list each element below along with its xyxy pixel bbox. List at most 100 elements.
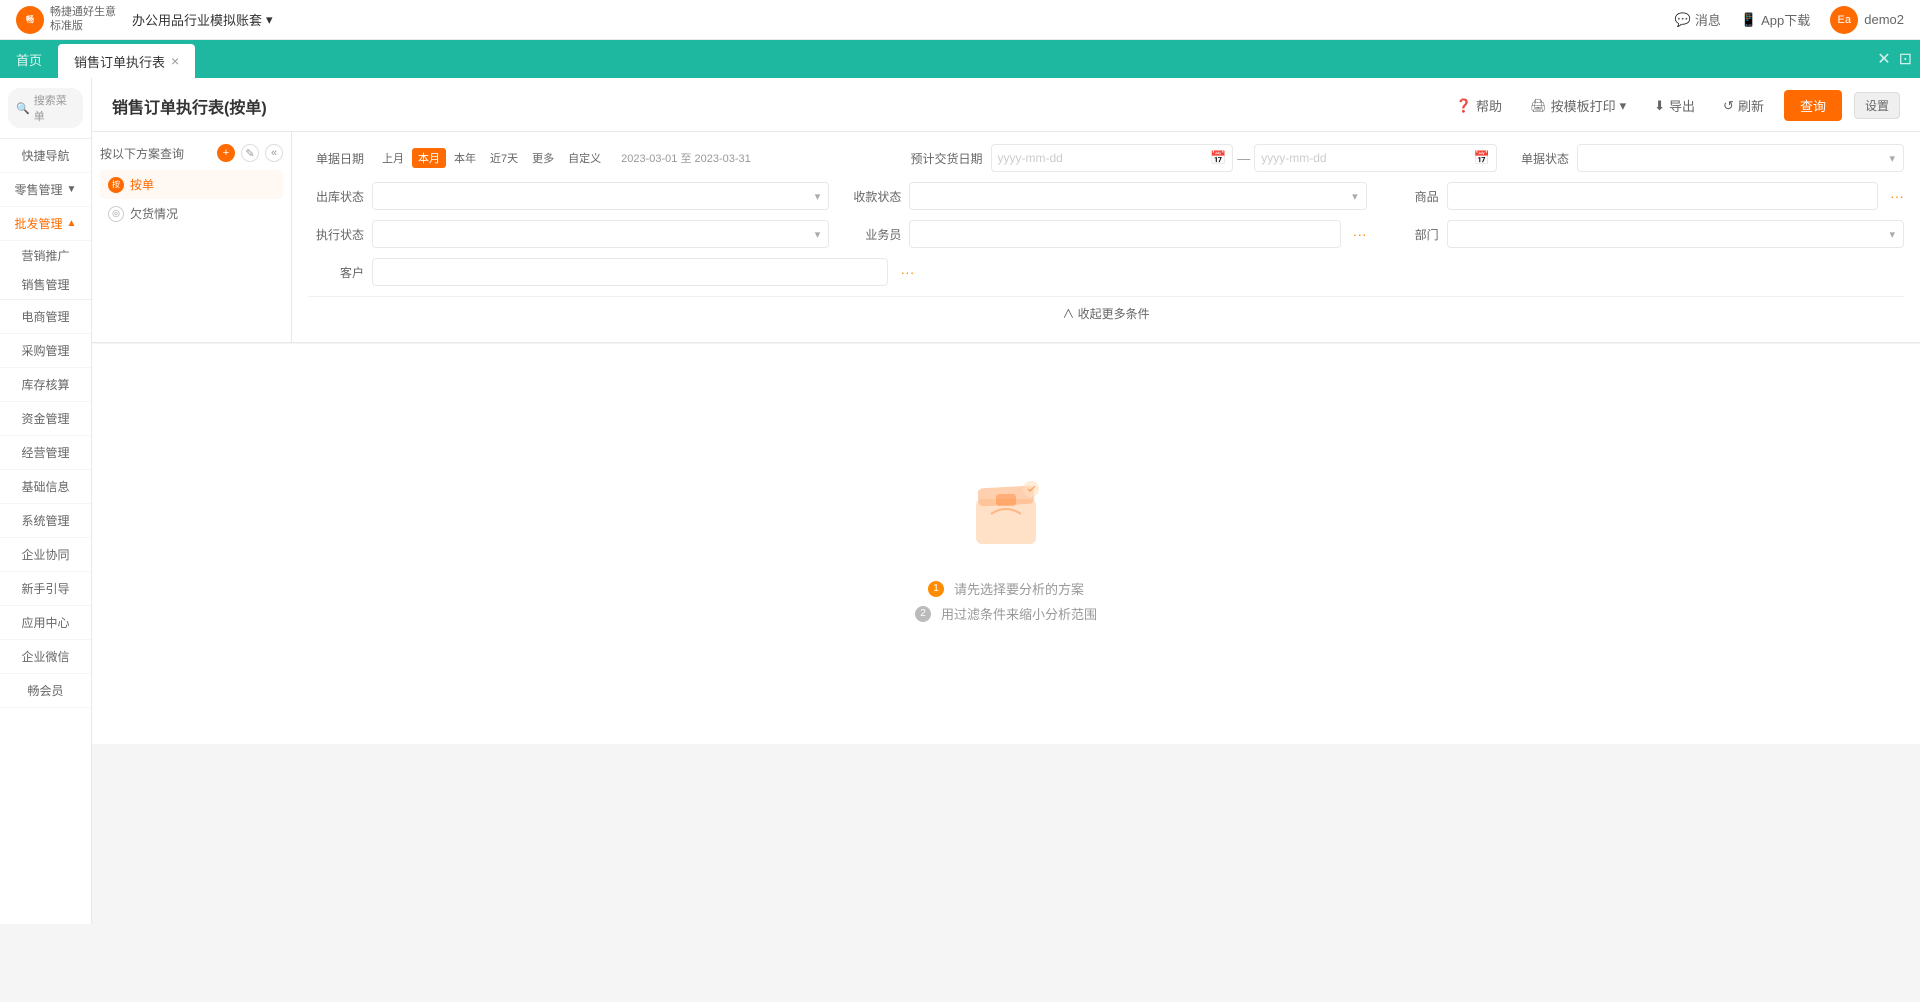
sidebar-item-member[interactable]: 畅会员	[0, 674, 91, 708]
date-tab-7days[interactable]: 近7天	[484, 148, 524, 168]
export-btn[interactable]: ⬇ 导出	[1646, 92, 1703, 119]
page-header: 销售订单执行表(按单) ❓ 帮助 🖨 按模板打印 ▾ ⬇ 导出 ↺ 刷新	[92, 78, 1920, 132]
print-label: 按模板打印	[1551, 96, 1616, 115]
empty-tip-1: 1 请先选择要分析的方案	[928, 579, 1084, 598]
goods-input[interactable]	[1447, 182, 1878, 210]
top-header: 畅 畅捷通好生意 标准版 办公用品行业模拟账套 ▾ 💬 消息 📱 App下载 E…	[0, 0, 1920, 40]
message-btn[interactable]: 💬 消息	[1675, 10, 1721, 29]
sidebar-item-finance[interactable]: 资金管理	[0, 402, 91, 436]
expected-delivery-range: yyyy-mm-dd 📅 — yyyy-mm-dd 📅	[991, 144, 1497, 172]
sidebar-item-wholesale[interactable]: 批发管理 ▲	[0, 207, 91, 241]
user-name-label: demo2	[1864, 12, 1904, 27]
header-left: 畅 畅捷通好生意 标准版 办公用品行业模拟账套 ▾	[16, 6, 281, 34]
sidebar-item-newuser[interactable]: 新手引导	[0, 572, 91, 606]
sidebar-item-marketing[interactable]: 营销推广	[0, 241, 91, 270]
main-layout: 🔍 搜索菜单 快捷导航 零售管理 ▼ 批发管理 ▲ 营销推广 销售管理 电商管理	[0, 78, 1920, 924]
search-icon: 🔍	[16, 102, 30, 115]
ship-status-select[interactable]: ▾	[372, 182, 829, 210]
quick-nav-label: 快捷导航	[21, 147, 69, 164]
filter-date-field: 单据日期 上月 本月 本年 近7天 更多 自定义 2023-03-01 至 20…	[308, 148, 895, 168]
salesman-input[interactable]	[909, 220, 1340, 248]
sidebar-item-system[interactable]: 系统管理	[0, 504, 91, 538]
app-dropdown[interactable]: 办公用品行业模拟账套 ▾	[124, 6, 281, 33]
print-btn[interactable]: 🖨 按模板打印 ▾	[1522, 92, 1634, 119]
scheme-item-按单[interactable]: 按 按单	[100, 170, 283, 199]
sidebar-item-retail[interactable]: 零售管理 ▼	[0, 173, 91, 207]
tab-active[interactable]: 销售订单执行表 ×	[58, 44, 195, 78]
query-label: 查询	[1800, 99, 1826, 114]
filter-expected-delivery-field: 预计交货日期 yyyy-mm-dd 📅 — yyyy-mm-dd 📅	[911, 144, 1498, 172]
logo-icon: 畅	[16, 6, 44, 34]
filter-customer-field: 客户 ···	[308, 258, 914, 286]
sidebar-item-appcenter[interactable]: 应用中心	[0, 606, 91, 640]
download-icon: 📱	[1741, 12, 1757, 28]
expected-start-input[interactable]: yyyy-mm-dd 📅	[991, 144, 1234, 172]
filter-order-status-field: 单据状态 ▾	[1513, 144, 1904, 172]
sidebar-item-operations[interactable]: 经营管理	[0, 436, 91, 470]
filter-panel: 按以下方案查询 + ✎ « 按	[92, 132, 1920, 343]
refresh-btn[interactable]: ↺ 刷新	[1715, 92, 1772, 119]
customer-dots-btn[interactable]: ···	[900, 264, 914, 280]
date-tabs: 上月 本月 本年 近7天 更多 自定义	[376, 148, 607, 168]
settings-btn[interactable]: 设置	[1854, 92, 1900, 119]
salesman-dots-btn[interactable]: ···	[1353, 226, 1367, 242]
scheme-icons: + ✎ «	[217, 144, 283, 162]
print-dropdown-icon: ▾	[1620, 98, 1627, 114]
expected-end-input[interactable]: yyyy-mm-dd 📅	[1254, 144, 1497, 172]
exec-status-arrow: ▾	[815, 228, 821, 241]
goods-dots-btn[interactable]: ···	[1890, 188, 1904, 204]
tab-home[interactable]: 首页	[0, 40, 58, 78]
sidebar-item-purchase[interactable]: 采购管理	[0, 334, 91, 368]
exec-status-select[interactable]: ▾	[372, 220, 829, 248]
date-tab-custom[interactable]: 自定义	[562, 148, 607, 168]
retail-label: 零售管理	[15, 181, 63, 198]
sidebar-item-sales[interactable]: 销售管理	[0, 270, 91, 299]
sidebar-item-cooperation[interactable]: 企业协同	[0, 538, 91, 572]
window-expand-icon[interactable]: ⊡	[1899, 49, 1912, 69]
start-date-icon: 📅	[1210, 150, 1226, 166]
user-area[interactable]: Ea demo2	[1830, 6, 1904, 34]
collapse-btn[interactable]: ∧ 收起更多条件	[308, 296, 1904, 330]
query-btn[interactable]: 查询	[1784, 90, 1842, 121]
scheme-icon-按单: 按	[108, 177, 124, 193]
scheme-edit-btn[interactable]: ✎	[241, 144, 259, 162]
sidebar-item-quick-nav[interactable]: 快捷导航	[0, 139, 91, 173]
sidebar-item-inventory[interactable]: 库存核算	[0, 368, 91, 402]
tab-active-label: 销售订单执行表	[74, 52, 165, 71]
filter-row-1: 单据日期 上月 本月 本年 近7天 更多 自定义 2023-03-01 至 20…	[308, 144, 1904, 172]
scheme-collapse-btn[interactable]: «	[265, 144, 283, 162]
customer-input[interactable]	[372, 258, 888, 286]
date-tab-more[interactable]: 更多	[526, 148, 560, 168]
date-tab-last-month[interactable]: 上月	[376, 148, 410, 168]
empty-tip2-text: 用过滤条件来缩小分析范围	[941, 604, 1097, 623]
app-download-btn[interactable]: 📱 App下载	[1741, 10, 1810, 29]
filter-row-3: 执行状态 ▾ 业务员 ··· 部门	[308, 220, 1904, 248]
logo-text: 畅捷通好生意 标准版	[50, 6, 116, 32]
sidebar-item-wechat[interactable]: 企业微信	[0, 640, 91, 674]
logo-area: 畅 畅捷通好生意 标准版	[16, 6, 116, 34]
tab-home-label: 首页	[16, 50, 42, 69]
sidebar-item-basic-info[interactable]: 基础信息	[0, 470, 91, 504]
search-input[interactable]: 🔍 搜索菜单	[8, 88, 83, 128]
order-status-select[interactable]: ▾	[1577, 144, 1904, 172]
date-tab-this-year[interactable]: 本年	[448, 148, 482, 168]
app-name-label: 办公用品行业模拟账套	[132, 10, 262, 29]
help-btn[interactable]: ❓ 帮助	[1448, 92, 1510, 119]
empty-tip-2: 2 用过滤条件来缩小分析范围	[915, 604, 1097, 623]
scheme-item-欠货[interactable]: ◎ 欠货情况	[100, 199, 283, 228]
scheme-collapse-icon: «	[271, 147, 277, 159]
date-tab-this-month[interactable]: 本月	[412, 148, 446, 168]
scheme-header: 按以下方案查询 + ✎ «	[100, 144, 283, 162]
tab-close-btn[interactable]: ×	[171, 53, 179, 69]
department-select[interactable]: ▾	[1447, 220, 1904, 248]
app-download-label: App下载	[1761, 10, 1810, 29]
scheme-add-btn[interactable]: +	[217, 144, 235, 162]
window-close-icon[interactable]: ✕	[1877, 49, 1890, 69]
sidebar-item-ecommerce[interactable]: 电商管理	[0, 300, 91, 334]
payment-status-select[interactable]: ▾	[909, 182, 1366, 210]
filter-fields: 单据日期 上月 本月 本年 近7天 更多 自定义 2023-03-01 至 20…	[292, 132, 1920, 342]
search-placeholder: 搜索菜单	[34, 92, 75, 124]
scheme-edit-icon: ✎	[245, 147, 254, 160]
sidebar-search-area: 🔍 搜索菜单	[0, 78, 91, 139]
salesman-label: 业务员	[845, 226, 901, 243]
